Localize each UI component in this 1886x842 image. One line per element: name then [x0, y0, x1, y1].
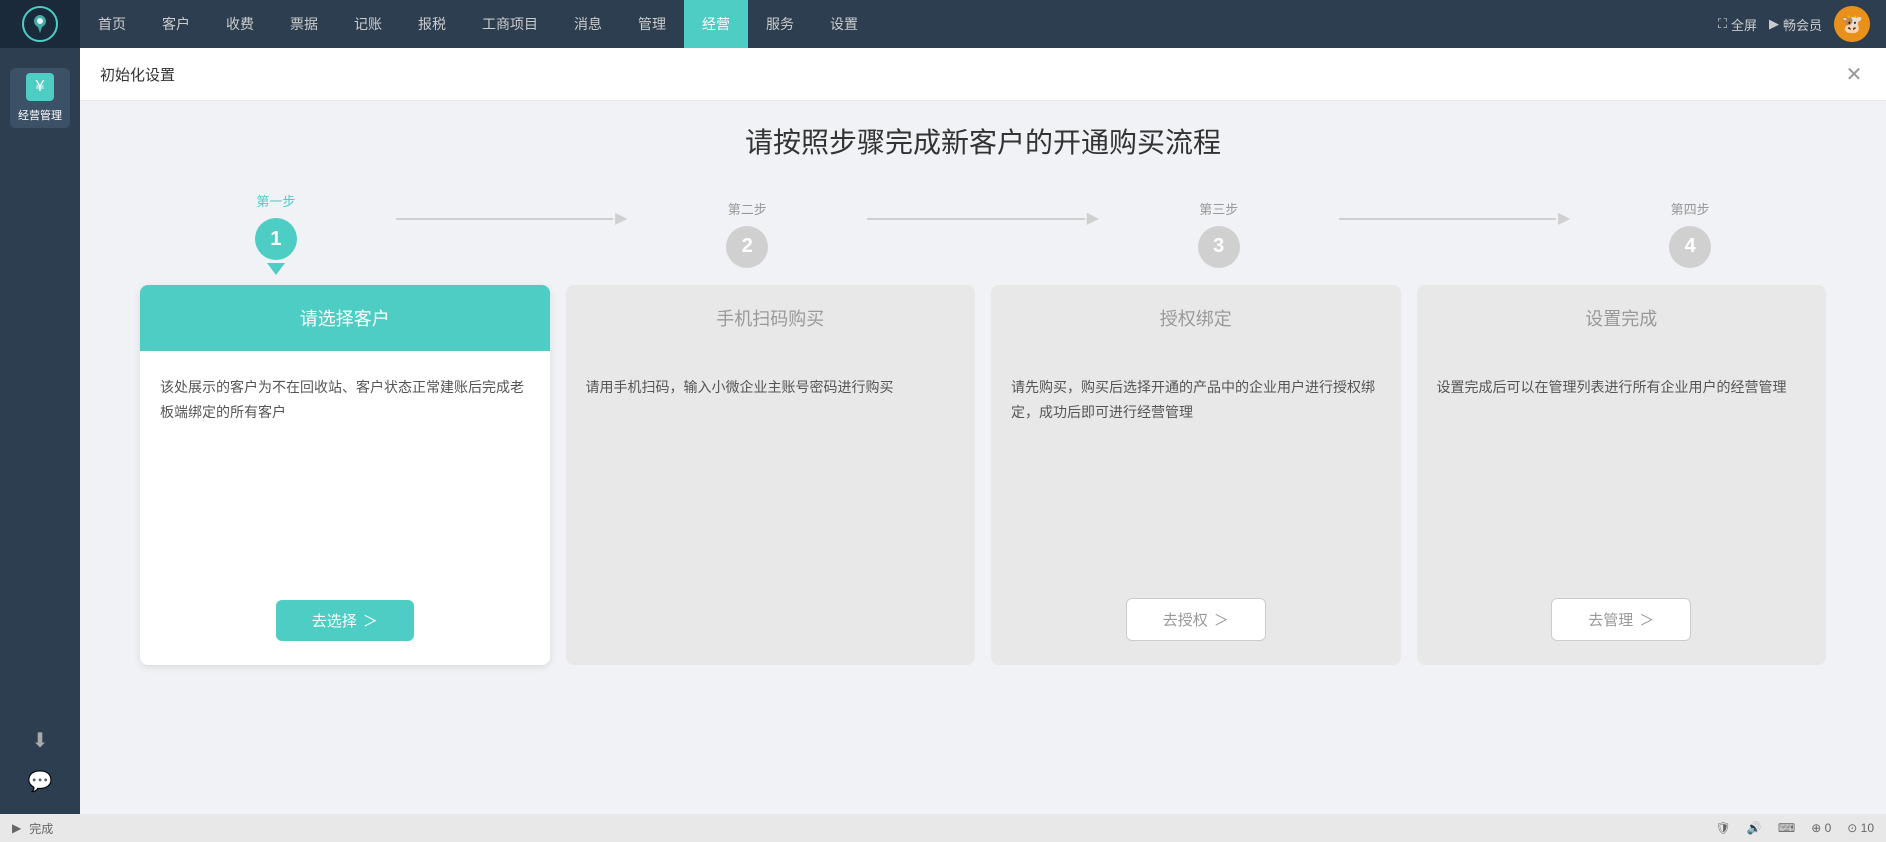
step-label-3: 第三步: [1199, 199, 1238, 218]
step-item-2: 第二步 2: [631, 199, 863, 268]
content-area: 请按照步骤完成新客户的开通购买流程 第一步 1 ▶ 第二步 2 ▶: [80, 101, 1886, 814]
card-4-header: 设置完成: [1417, 285, 1827, 351]
page-title: 初始化设置: [100, 64, 175, 85]
card-3-action-arrow: ＞: [1214, 609, 1229, 630]
keyboard-icon: ⌨: [1778, 821, 1795, 835]
nav-right-area: ⛶ 全屏 ▶ 畅会员 🐮: [1718, 6, 1886, 42]
card-4-action-arrow: ＞: [1639, 609, 1654, 630]
step-label-4: 第四步: [1671, 199, 1710, 218]
shield-icon: 🛡: [1716, 821, 1731, 835]
connector-arrow-3: ▶: [1558, 211, 1570, 227]
nav-manage[interactable]: 管理: [620, 0, 684, 48]
card-2-header: 手机扫码购买: [566, 285, 976, 351]
card-1-footer: 去选择 ＞: [140, 584, 550, 665]
card-3-action-button[interactable]: 去授权 ＞: [1126, 598, 1266, 641]
card-4: 设置完成 设置完成后可以在管理列表进行所有企业用户的经营管理 去管理 ＞: [1417, 285, 1827, 665]
step-item-4: 第四步 4: [1574, 199, 1806, 268]
member-label: 畅会员: [1783, 15, 1822, 34]
page-header: 初始化设置 ✕: [80, 48, 1886, 101]
card-1-action-label: 去选择: [312, 610, 357, 631]
nav-operation[interactable]: 经营: [684, 0, 748, 48]
wizard-title: 请按照步骤完成新客户的开通购买流程: [120, 121, 1846, 161]
nav-client[interactable]: 客户: [144, 0, 208, 48]
connector-line-1: [396, 218, 613, 220]
connector-line-3: [1339, 218, 1556, 220]
card-3-footer: 去授权 ＞: [991, 582, 1401, 665]
step-label-1: 第一步: [256, 191, 295, 210]
card-1-action-button[interactable]: 去选择 ＞: [276, 600, 414, 641]
top-navigation: 首页 客户 收费 票据 记账 报税 工商项目 消息 管理 经营 服务 设置 ⛶ …: [0, 0, 1886, 48]
avatar[interactable]: 🐮: [1834, 6, 1870, 42]
step-arrow-1: [267, 263, 285, 275]
cards-container: 请选择客户 该处展示的客户为不在回收站、客户状态正常建账后完成老板端绑定的所有客…: [120, 285, 1846, 665]
logo-icon: [22, 6, 58, 42]
nav-business[interactable]: 工商项目: [464, 0, 556, 48]
connector-1: ▶: [392, 211, 632, 227]
card-4-action-button[interactable]: 去管理 ＞: [1551, 598, 1691, 641]
card-1: 请选择客户 该处展示的客户为不在回收站、客户状态正常建账后完成老板端绑定的所有客…: [140, 285, 550, 665]
step-circle-1: 1: [255, 218, 297, 260]
nav-message[interactable]: 消息: [556, 0, 620, 48]
nav-accounting[interactable]: 记账: [336, 0, 400, 48]
nav-service[interactable]: 服务: [748, 0, 812, 48]
step-label-2: 第二步: [728, 199, 767, 218]
card-2-footer: [566, 625, 976, 665]
card-3-header: 授权绑定: [991, 285, 1401, 351]
chat-icon[interactable]: 💬: [28, 769, 53, 794]
connector-2: ▶: [863, 211, 1103, 227]
card-4-body: 设置完成后可以在管理列表进行所有企业用户的经营管理: [1417, 351, 1827, 582]
play-status-icon: ▶: [12, 821, 21, 835]
card-4-action-label: 去管理: [1588, 609, 1633, 630]
main-content: 初始化设置 ✕ 请按照步骤完成新客户的开通购买流程 第一步 1 ▶ 第二步 2: [80, 48, 1886, 814]
nav-tax[interactable]: 报税: [400, 0, 464, 48]
sidebar-bottom: ⬇ 💬: [28, 728, 53, 794]
step-circle-2: 2: [726, 226, 768, 268]
nav-fee[interactable]: 收费: [208, 0, 272, 48]
sidebar: ¥ 经营管理 ⬇ 💬: [0, 48, 80, 814]
connector-line-2: [867, 218, 1084, 220]
status-bar-right: 🛡 🔊 ⌨ ⊕ 0 ⊙ 10: [1716, 821, 1874, 835]
card-1-body: 该处展示的客户为不在回收站、客户状态正常建账后完成老板端绑定的所有客户: [140, 351, 550, 584]
fullscreen-icon: ⛶: [1718, 16, 1727, 32]
steps-row: 第一步 1 ▶ 第二步 2 ▶ 第三步 3: [120, 191, 1846, 275]
connector-arrow-2: ▶: [1087, 211, 1099, 227]
time-display: ⊙ 10: [1847, 821, 1874, 835]
card-2-body: 请用手机扫码，输入小微企业主账号密码进行购买: [566, 351, 976, 625]
notification-count: ⊕ 0: [1811, 821, 1831, 835]
connector-arrow-1: ▶: [615, 211, 627, 227]
sidebar-item-label: 经营管理: [18, 107, 62, 123]
card-1-action-arrow: ＞: [363, 610, 378, 631]
fullscreen-button[interactable]: ⛶ 全屏: [1718, 15, 1757, 34]
nav-home[interactable]: 首页: [80, 0, 144, 48]
card-4-footer: 去管理 ＞: [1417, 582, 1827, 665]
step-item-1: 第一步 1: [160, 191, 392, 275]
nav-invoice[interactable]: 票据: [272, 0, 336, 48]
step-item-3: 第三步 3: [1103, 199, 1335, 268]
status-bar: ▶ 完成 🛡 🔊 ⌨ ⊕ 0 ⊙ 10: [0, 814, 1886, 842]
svg-text:🐮: 🐮: [1841, 14, 1863, 34]
download-icon[interactable]: ⬇: [32, 728, 49, 753]
fullscreen-label: 全屏: [1731, 15, 1757, 34]
close-button[interactable]: ✕: [1842, 62, 1866, 86]
card-2: 手机扫码购买 请用手机扫码，输入小微企业主账号密码进行购买: [566, 285, 976, 665]
card-3-body: 请先购买，购买后选择开通的产品中的企业用户进行授权绑定，成功后即可进行经营管理: [991, 351, 1401, 582]
sidebar-item-operation[interactable]: ¥ 经营管理: [10, 68, 70, 128]
step-circle-4: 4: [1669, 226, 1711, 268]
app-logo[interactable]: [0, 0, 80, 48]
nav-settings[interactable]: 设置: [812, 0, 876, 48]
card-1-header: 请选择客户: [140, 285, 550, 351]
card-3-action-label: 去授权: [1163, 609, 1208, 630]
step-circle-3: 3: [1198, 226, 1240, 268]
member-button[interactable]: ▶ 畅会员: [1769, 15, 1822, 34]
volume-icon: 🔊: [1747, 821, 1762, 835]
card-3: 授权绑定 请先购买，购买后选择开通的产品中的企业用户进行授权绑定，成功后即可进行…: [991, 285, 1401, 665]
operation-icon: ¥: [26, 73, 54, 101]
nav-menu: 首页 客户 收费 票据 记账 报税 工商项目 消息 管理 经营 服务 设置: [80, 0, 1718, 48]
play-icon: ▶: [1769, 16, 1779, 32]
status-label: 完成: [29, 820, 53, 837]
connector-3: ▶: [1335, 211, 1575, 227]
